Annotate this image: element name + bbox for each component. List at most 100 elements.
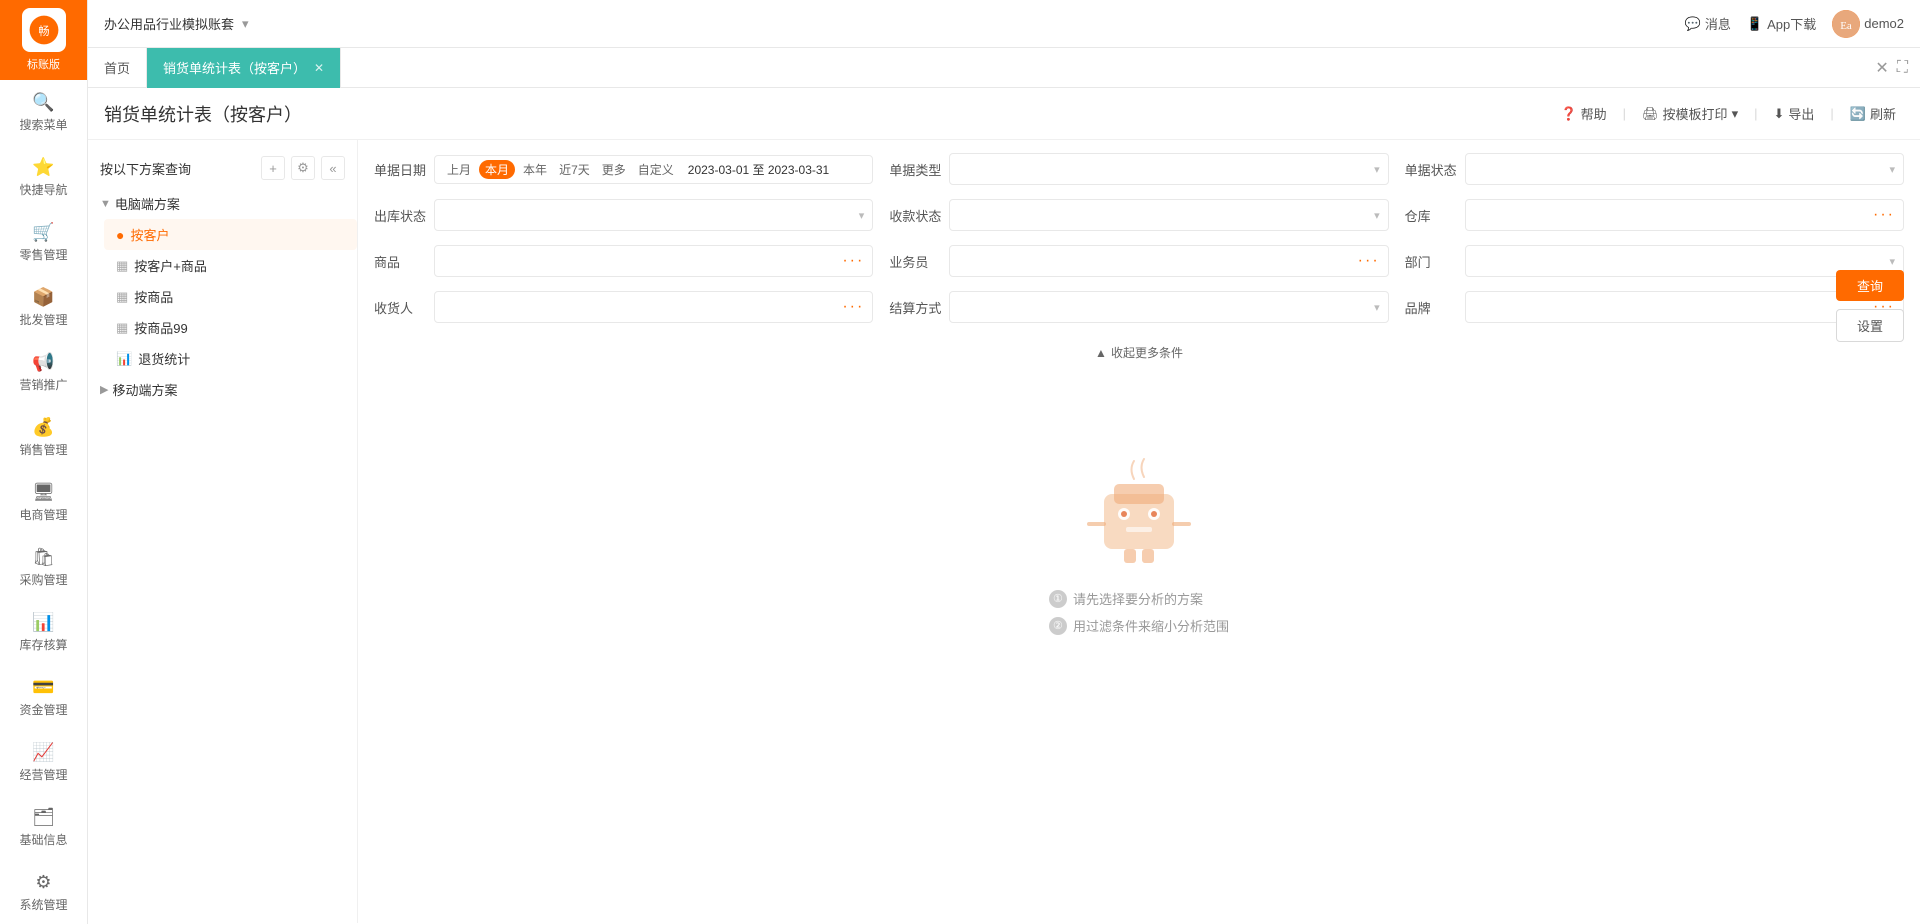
app-download-label: App下载 [1767, 14, 1816, 33]
divider3: | [1830, 106, 1833, 121]
grid-icon-3: ▦ [116, 320, 128, 336]
refresh-label: 刷新 [1870, 104, 1896, 123]
tab-bar: 首页 销货单统计表（按客户） ✕ ✕ ⛶ [88, 48, 1920, 88]
filter-brand: 品牌 ··· [1405, 290, 1904, 324]
type-select[interactable]: ▾ [949, 153, 1388, 185]
filter-department: 部门 ▾ [1405, 244, 1904, 278]
help-button[interactable]: ❓ 帮助 [1552, 100, 1614, 127]
add-scheme-button[interactable]: + [261, 156, 285, 180]
print-button[interactable]: 🖨 按模板打印 ▾ [1634, 100, 1746, 127]
page-inner: 销货单统计表（按客户） ❓ 帮助 | 🖨 按模板打印 ▾ | ⬇ [88, 88, 1920, 924]
help-label: 帮助 [1581, 104, 1607, 123]
user-avatar-area[interactable]: Ea demo2 [1832, 10, 1904, 38]
tree-child-return-stats[interactable]: 📊 退货统计 [104, 343, 357, 374]
sidebar-item-retail[interactable]: 🛒 零售管理 [0, 210, 87, 275]
date-tab-last-month[interactable]: 上月 [443, 160, 475, 179]
product-input[interactable]: ··· [434, 245, 873, 277]
sidebar-item-sales[interactable]: 💰 销售管理 [0, 405, 87, 470]
window-maximize-icon[interactable]: ⛶ [1897, 59, 1908, 77]
filter-salesperson: 业务员 ··· [889, 244, 1388, 278]
date-range: 2023-03-01 至 2023-03-31 [688, 161, 829, 178]
logo-icon: 畅 [22, 8, 66, 52]
settings-scheme-button[interactable]: ⚙ [291, 156, 315, 180]
download-icon: 📱 [1747, 16, 1763, 32]
salesperson-input[interactable]: ··· [949, 245, 1388, 277]
collapse-panel-button[interactable]: « [321, 156, 345, 180]
sidebar-item-finance[interactable]: 💳 资金管理 [0, 665, 87, 730]
header-left: 办公用品行业模拟账套 ▾ [104, 14, 249, 33]
empty-tips: ① 请先选择要分析的方案 ② 用过滤条件来缩小分析范围 [1049, 589, 1229, 643]
tree-child-by-product-99[interactable]: ▦ 按商品99 [104, 312, 357, 343]
content-body: 按以下方案查询 + ⚙ « ▼ 电脑端方案 [88, 140, 1920, 923]
warehouse-input[interactable]: ··· [1465, 199, 1904, 231]
tree-child-by-customer[interactable]: ● 按客户 [104, 219, 357, 250]
date-tab-more[interactable]: 更多 [598, 160, 630, 179]
sidebar-item-inventory[interactable]: 📊 库存核算 [0, 600, 87, 665]
sidebar-item-quick-nav[interactable]: ⭐ 快捷导航 [0, 145, 87, 210]
tree-parent-mobile[interactable]: ▶ 移动端方案 [88, 374, 357, 405]
tree-parent-desktop[interactable]: ▼ 电脑端方案 [88, 188, 357, 219]
reset-button[interactable]: 设置 [1836, 309, 1904, 342]
message-icon: 💬 [1685, 16, 1701, 32]
tab-home[interactable]: 首页 [88, 48, 147, 88]
tree-section: ▼ 电脑端方案 ● 按客户 ▦ 按客户+商品 [88, 188, 357, 405]
sidebar-item-label: 经营管理 [19, 766, 67, 783]
ecom-icon: 🖥 [32, 482, 55, 503]
logo-area[interactable]: 畅 标账版 [0, 0, 87, 80]
filter-date: 单据日期 上月 本月 本年 近7天 更多 自定义 [374, 152, 873, 186]
filter-payment: 结算方式 ▾ [889, 290, 1388, 324]
sidebar-item-business[interactable]: 📈 经营管理 [0, 730, 87, 795]
department-label: 部门 [1405, 252, 1457, 271]
tab-close-icon[interactable]: ✕ [314, 61, 324, 75]
sidebar-item-system[interactable]: ⚙ 系统管理 [0, 860, 87, 924]
window-close-icon[interactable]: ✕ [1875, 58, 1888, 78]
sidebar-item-basics[interactable]: 🗂 基础信息 [0, 795, 87, 860]
filter-row-2: 出库状态 ▾ 收款状态 ▾ [374, 198, 1904, 232]
date-tab-this-month[interactable]: 本月 [479, 160, 515, 179]
collect-status-dropdown-icon: ▾ [1374, 209, 1380, 222]
receiver-input[interactable]: ··· [434, 291, 873, 323]
sidebar-item-ecom[interactable]: 🖥 电商管理 [0, 470, 87, 535]
sidebar-item-wholesale[interactable]: 📦 批发管理 [0, 275, 87, 340]
sidebar-item-label: 搜索菜单 [19, 116, 67, 133]
page-header: 销货单统计表（按客户） ❓ 帮助 | 🖨 按模板打印 ▾ | ⬇ [88, 88, 1920, 140]
status-select[interactable]: ▾ [1465, 153, 1904, 185]
tree-child-by-customer-product[interactable]: ▦ 按客户+商品 [104, 250, 357, 281]
date-tabs: 上月 本月 本年 近7天 更多 自定义 [443, 160, 678, 179]
filter-product: 商品 ··· [374, 244, 873, 278]
sidebar-item-purchase[interactable]: 🛍 采购管理 [0, 535, 87, 600]
chart-icon: 📊 [116, 351, 132, 367]
tree-child-by-product[interactable]: ▦ 按商品 [104, 281, 357, 312]
sidebar-item-search-menu[interactable]: 🔍 搜索菜单 [0, 80, 87, 145]
print-dropdown-icon[interactable]: ▾ [1732, 106, 1739, 122]
refresh-button[interactable]: 🔄 刷新 [1842, 100, 1904, 127]
query-button[interactable]: 查询 [1836, 270, 1904, 301]
date-tab-7days[interactable]: 近7天 [555, 160, 594, 179]
retail-icon: 🛒 [32, 222, 54, 243]
print-icon: 🖨 [1642, 106, 1659, 122]
app-title-dropdown[interactable]: ▾ [242, 16, 249, 32]
tree-child-label: 退货统计 [138, 349, 190, 368]
collect-status-select[interactable]: ▾ [949, 199, 1388, 231]
message-button[interactable]: 💬 消息 [1685, 14, 1731, 33]
filter-receiver: 收货人 ··· [374, 290, 873, 324]
date-control[interactable]: 上月 本月 本年 近7天 更多 自定义 2023-03-01 至 2023-03… [434, 155, 873, 184]
export-button[interactable]: ⬇ 导出 [1765, 100, 1822, 127]
system-icon: ⚙ [35, 872, 51, 893]
receiver-dots-icon: ··· [842, 298, 864, 316]
tab-window-controls: ✕ ⛶ [1875, 58, 1920, 78]
payment-select[interactable]: ▾ [949, 291, 1388, 323]
app-download-button[interactable]: 📱 App下载 [1747, 14, 1816, 33]
collapse-bar[interactable]: ▲ 收起更多条件 [374, 336, 1904, 369]
panel-title: 按以下方案查询 [100, 159, 191, 178]
export-icon: ⬇ [1773, 106, 1784, 122]
grid-icon-1: ▦ [116, 258, 128, 274]
date-tab-custom[interactable]: 自定义 [634, 160, 678, 179]
date-tab-this-year[interactable]: 本年 [519, 160, 551, 179]
out-status-select[interactable]: ▾ [434, 199, 873, 231]
filter-row-1: 单据日期 上月 本月 本年 近7天 更多 自定义 [374, 152, 1904, 186]
tree-children: ● 按客户 ▦ 按客户+商品 ▦ 按商品 [88, 219, 357, 374]
tab-sales-stats[interactable]: 销货单统计表（按客户） ✕ [147, 48, 341, 88]
grid-icon-2: ▦ [116, 289, 128, 305]
sidebar-item-marketing[interactable]: 📢 营销推广 [0, 340, 87, 405]
